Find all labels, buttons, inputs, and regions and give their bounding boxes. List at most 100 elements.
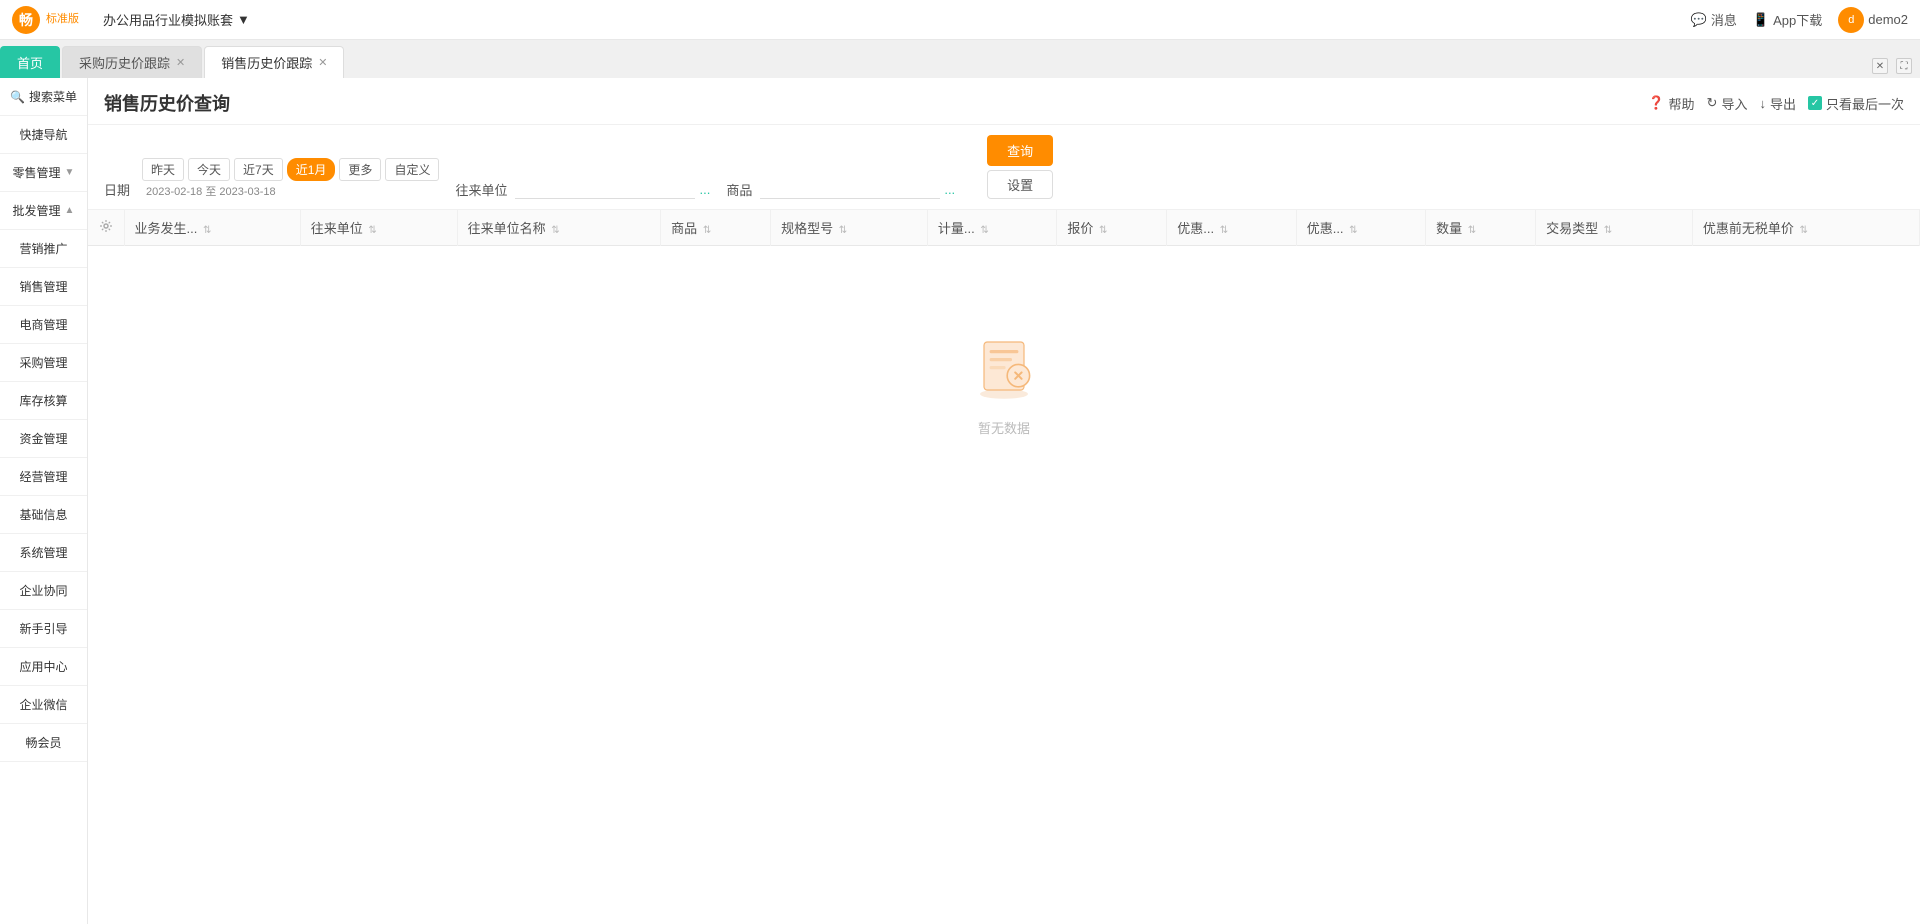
message-icon: 💬 bbox=[1691, 12, 1707, 28]
sidebar-item-inventory[interactable]: 库存核算 bbox=[0, 382, 87, 420]
sidebar-wholesale-label: 批发管理 bbox=[13, 202, 61, 219]
search-icon: 🔍 bbox=[10, 90, 25, 104]
import-button[interactable]: ↻ 导入 bbox=[1707, 94, 1748, 113]
sidebar-item-app-center[interactable]: 应用中心 bbox=[0, 648, 87, 686]
date-btn-today[interactable]: 今天 bbox=[188, 158, 230, 181]
sidebar-vip-label: 畅会员 bbox=[25, 734, 61, 751]
th-gear[interactable] bbox=[88, 210, 124, 246]
th-pretax-price-label: 优惠前无税单价 bbox=[1703, 221, 1794, 236]
empty-state-icon bbox=[964, 326, 1044, 406]
th-quote[interactable]: 报价 ⇅ bbox=[1057, 210, 1167, 246]
sidebar-item-enterprise[interactable]: 企业协同 bbox=[0, 572, 87, 610]
th-biz-date[interactable]: 业务发生... ⇅ bbox=[124, 210, 300, 246]
sidebar-basic-label: 基础信息 bbox=[19, 506, 67, 523]
import-icon: ↻ bbox=[1707, 95, 1718, 111]
sidebar-item-search[interactable]: 🔍 搜索菜单 bbox=[0, 78, 87, 116]
sidebar-item-finance[interactable]: 资金管理 bbox=[0, 420, 87, 458]
sidebar-item-operations[interactable]: 经营管理 bbox=[0, 458, 87, 496]
tab-purchase-label: 采购历史价跟踪 bbox=[79, 53, 170, 72]
th-partner-code[interactable]: 往来单位 ⇅ bbox=[300, 210, 457, 246]
sort-arrows-quote: ⇅ bbox=[1099, 225, 1107, 236]
sort-arrows-unit: ⇅ bbox=[980, 225, 988, 236]
sort-arrows-trade-type: ⇅ bbox=[1604, 225, 1612, 236]
data-table: 业务发生... ⇅ 往来单位 ⇅ 往来单位名称 ⇅ 商品 bbox=[88, 210, 1920, 246]
topbar: 畅 标准版 办公用品行业模拟账套 ▼ 💬 消息 📱 App下载 d demo2 bbox=[0, 0, 1920, 40]
tab-purchase[interactable]: 采购历史价跟踪 ✕ bbox=[62, 46, 202, 78]
chevron-up-icon: ▲ bbox=[65, 205, 75, 216]
sidebar-item-shortcut[interactable]: 快捷导航 bbox=[0, 116, 87, 154]
date-btn-more[interactable]: 更多 bbox=[339, 158, 381, 181]
product-dots-button[interactable]: ... bbox=[944, 182, 955, 197]
sidebar-item-vip[interactable]: 畅会员 bbox=[0, 724, 87, 762]
th-trade-type[interactable]: 交易类型 ⇅ bbox=[1536, 210, 1693, 246]
filter-actions: 查询 设置 bbox=[987, 135, 1053, 199]
th-product-label: 商品 bbox=[671, 221, 697, 236]
date-btn-custom[interactable]: 自定义 bbox=[385, 158, 439, 181]
th-discount1[interactable]: 优惠... ⇅ bbox=[1167, 210, 1296, 246]
partner-dots-button[interactable]: ... bbox=[699, 182, 710, 197]
th-discount2[interactable]: 优惠... ⇅ bbox=[1296, 210, 1425, 246]
th-unit[interactable]: 计量... ⇅ bbox=[927, 210, 1056, 246]
date-btn-7days[interactable]: 近7天 bbox=[234, 158, 283, 181]
th-partner-name-label: 往来单位名称 bbox=[468, 221, 546, 236]
th-unit-label: 计量... bbox=[938, 221, 975, 236]
minimize-button[interactable]: ✕ bbox=[1872, 58, 1888, 74]
date-btn-1month[interactable]: 近1月 bbox=[287, 158, 336, 181]
download-icon: 📱 bbox=[1753, 12, 1769, 28]
app-download-button[interactable]: 📱 App下载 bbox=[1753, 10, 1822, 29]
app-name: 办公用品行业模拟账套 bbox=[103, 10, 233, 29]
tab-purchase-close[interactable]: ✕ bbox=[176, 56, 185, 69]
th-qty[interactable]: 数量 ⇅ bbox=[1426, 210, 1536, 246]
tab-sales-close[interactable]: ✕ bbox=[318, 56, 327, 69]
th-trade-type-label: 交易类型 bbox=[1546, 221, 1598, 236]
content-area: 销售历史价查询 ❓ 帮助 ↻ 导入 ↓ 导出 ✓ 只看最后一次 bbox=[88, 78, 1920, 924]
sidebar-item-guide[interactable]: 新手引导 bbox=[0, 610, 87, 648]
sidebar-item-ecommerce[interactable]: 电商管理 bbox=[0, 306, 87, 344]
empty-state-text: 暂无数据 bbox=[978, 418, 1030, 437]
tab-sales[interactable]: 销售历史价跟踪 ✕ bbox=[204, 46, 344, 78]
user-menu[interactable]: d demo2 bbox=[1838, 7, 1908, 33]
setting-button[interactable]: 设置 bbox=[987, 170, 1053, 199]
th-partner-name[interactable]: 往来单位名称 ⇅ bbox=[457, 210, 661, 246]
sidebar-item-sales-mgmt[interactable]: 销售管理 bbox=[0, 268, 87, 306]
partner-input[interactable] bbox=[515, 179, 695, 199]
product-input[interactable] bbox=[760, 179, 940, 199]
sort-arrows-partner-name: ⇅ bbox=[551, 225, 559, 236]
maximize-button[interactable]: ⛶ bbox=[1896, 58, 1912, 74]
empty-state: 暂无数据 bbox=[88, 246, 1920, 517]
tab-home[interactable]: 首页 bbox=[0, 46, 60, 78]
sidebar-enterprise-label: 企业协同 bbox=[19, 582, 67, 599]
date-btn-yesterday[interactable]: 昨天 bbox=[142, 158, 184, 181]
sidebar-sales-mgmt-label: 销售管理 bbox=[19, 278, 67, 295]
topbar-right: 💬 消息 📱 App下载 d demo2 bbox=[1691, 7, 1908, 33]
app-selector[interactable]: 办公用品行业模拟账套 ▼ bbox=[103, 10, 250, 29]
export-button[interactable]: ↓ 导出 bbox=[1759, 94, 1796, 113]
tabbar: 首页 采购历史价跟踪 ✕ 销售历史价跟踪 ✕ ✕ ⛶ bbox=[0, 40, 1920, 78]
th-product[interactable]: 商品 ⇅ bbox=[661, 210, 771, 246]
sidebar-item-wholesale[interactable]: 批发管理 ▲ bbox=[0, 192, 87, 230]
date-filter-group: 日期 昨天 今天 近7天 近1月 更多 自定义 2023-02-18 至 202… bbox=[104, 158, 439, 199]
date-range-text: 2023-02-18 至 2023-03-18 bbox=[146, 183, 439, 199]
query-button[interactable]: 查询 bbox=[987, 135, 1053, 166]
sidebar-item-retail[interactable]: 零售管理 ▼ bbox=[0, 154, 87, 192]
sidebar-search-label: 搜索菜单 bbox=[29, 88, 77, 105]
sort-arrows-pretax-price: ⇅ bbox=[1800, 225, 1808, 236]
topbar-left: 畅 标准版 办公用品行业模拟账套 ▼ bbox=[12, 6, 250, 34]
only-last-checkbox[interactable]: ✓ bbox=[1808, 96, 1822, 110]
th-pretax-price[interactable]: 优惠前无税单价 ⇅ bbox=[1692, 210, 1919, 246]
th-spec[interactable]: 规格型号 ⇅ bbox=[771, 210, 928, 246]
table-header-row: 业务发生... ⇅ 往来单位 ⇅ 往来单位名称 ⇅ 商品 bbox=[88, 210, 1920, 246]
sidebar-item-marketing[interactable]: 营销推广 bbox=[0, 230, 87, 268]
page-title: 销售历史价查询 bbox=[104, 90, 230, 116]
sidebar-item-system[interactable]: 系统管理 bbox=[0, 534, 87, 572]
sidebar-item-wechat[interactable]: 企业微信 bbox=[0, 686, 87, 724]
sidebar-item-purchase-mgmt[interactable]: 采购管理 bbox=[0, 344, 87, 382]
help-button[interactable]: ❓ 帮助 bbox=[1648, 94, 1694, 113]
message-button[interactable]: 💬 消息 bbox=[1691, 10, 1737, 29]
help-label: 帮助 bbox=[1669, 94, 1695, 113]
th-qty-label: 数量 bbox=[1436, 221, 1462, 236]
export-label: 导出 bbox=[1770, 94, 1796, 113]
sidebar-item-basic[interactable]: 基础信息 bbox=[0, 496, 87, 534]
sort-arrows-spec: ⇅ bbox=[839, 225, 847, 236]
only-last-checkbox-group[interactable]: ✓ 只看最后一次 bbox=[1808, 94, 1904, 113]
